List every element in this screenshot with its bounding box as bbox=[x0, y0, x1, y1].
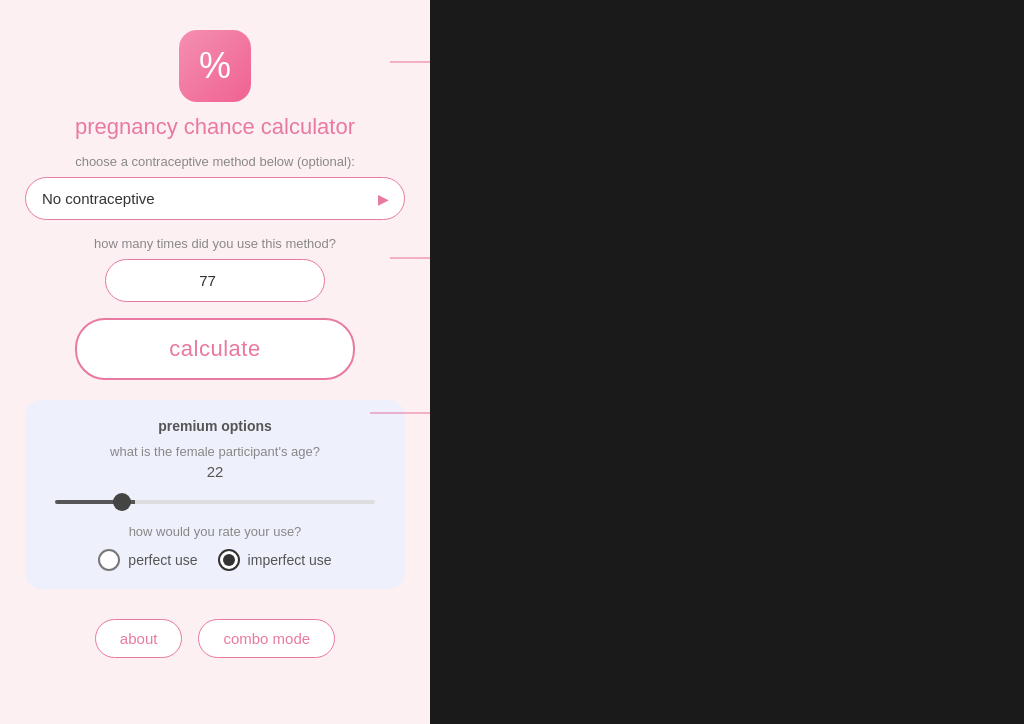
perfect-use-label: perfect use bbox=[128, 552, 197, 568]
calculate-button[interactable]: calculate bbox=[75, 318, 355, 380]
use-rating-label: how would you rate your use? bbox=[45, 524, 385, 539]
percent-icon: % bbox=[199, 45, 231, 87]
contraceptive-select[interactable]: No contraceptive Condom Birth control pi… bbox=[25, 177, 405, 220]
times-label: how many times did you use this method? bbox=[94, 236, 336, 251]
times-input[interactable] bbox=[105, 259, 325, 302]
imperfect-use-radio[interactable] bbox=[218, 549, 240, 571]
left-panel: % pregnancy chance calculator choose a c… bbox=[0, 0, 430, 724]
perfect-use-radio[interactable] bbox=[98, 549, 120, 571]
contraceptive-select-wrapper: No contraceptive Condom Birth control pi… bbox=[25, 177, 405, 220]
radio-inner-dot bbox=[223, 554, 235, 566]
imperfect-use-label: imperfect use bbox=[248, 552, 332, 568]
times-input-wrapper bbox=[105, 259, 325, 302]
right-panel bbox=[430, 0, 1024, 724]
contraceptive-label: choose a contraceptive method below (opt… bbox=[75, 154, 355, 169]
app-title: pregnancy chance calculator bbox=[75, 114, 355, 140]
imperfect-use-option[interactable]: imperfect use bbox=[218, 549, 332, 571]
combo-mode-button[interactable]: combo mode bbox=[198, 619, 335, 658]
premium-options-box: premium options what is the female parti… bbox=[25, 400, 405, 589]
bottom-buttons: about combo mode bbox=[95, 619, 335, 658]
age-value: 22 bbox=[45, 463, 385, 480]
app-icon: % bbox=[179, 30, 251, 102]
age-slider[interactable] bbox=[55, 500, 375, 504]
premium-title: premium options bbox=[45, 418, 385, 434]
age-slider-container bbox=[45, 490, 385, 508]
age-label: what is the female participant's age? bbox=[45, 444, 385, 459]
about-button[interactable]: about bbox=[95, 619, 183, 658]
use-radio-group: perfect use imperfect use bbox=[45, 549, 385, 571]
perfect-use-option[interactable]: perfect use bbox=[98, 549, 197, 571]
